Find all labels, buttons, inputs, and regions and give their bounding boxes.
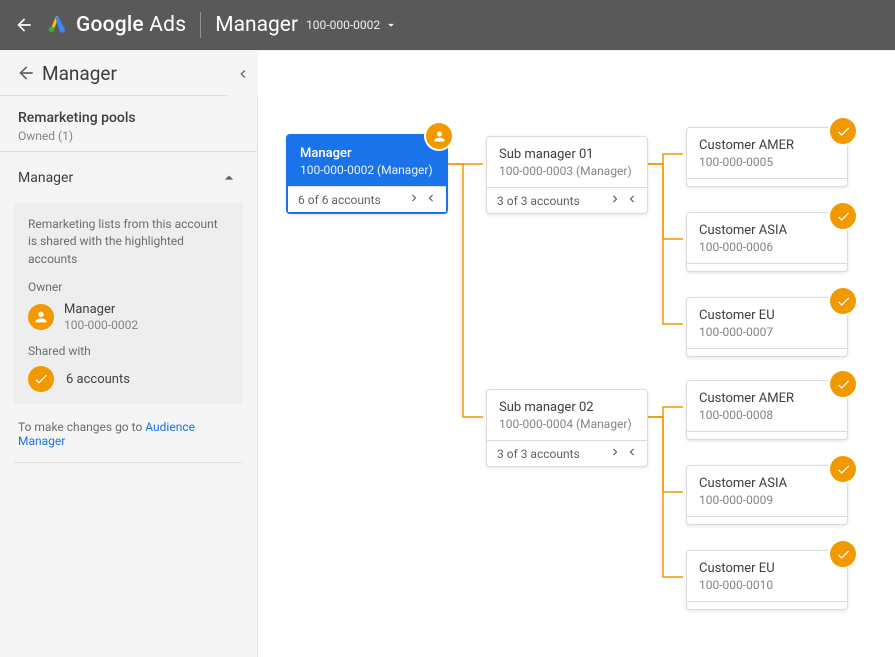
node-sub: 100-000-0005	[699, 155, 835, 169]
check-icon	[28, 366, 54, 392]
tree-node-c2[interactable]: Customer ASIA 100-000-0006	[686, 212, 848, 272]
node-sub: 100-000-0007	[699, 325, 835, 339]
page-title: Manager	[215, 13, 298, 37]
back-arrow-icon[interactable]	[12, 13, 36, 37]
node-footer: 3 of 3 accounts	[497, 447, 580, 461]
node-name: Customer AMER	[699, 138, 835, 153]
tree-node-c6[interactable]: Customer EU 100-000-0010	[686, 550, 848, 610]
node-footer: 3 of 3 accounts	[497, 194, 580, 208]
pools-sub: Owned (1)	[18, 129, 239, 143]
expand-title: Manager	[18, 170, 73, 186]
footnote-prefix: To make changes go to	[18, 420, 145, 434]
account-id: 100-000-0002	[306, 18, 380, 32]
card-text: Remarketing lists from this account is s…	[28, 216, 229, 268]
chevron-up-icon	[219, 168, 239, 188]
shared-label: Shared with	[28, 344, 229, 358]
divider	[14, 462, 243, 463]
node-sub: 100-000-0008	[699, 408, 835, 422]
owner-label: Owner	[28, 280, 229, 294]
node-sub: 100-000-0002 (Manager)	[300, 163, 434, 177]
expand-toggle[interactable]: Manager	[0, 152, 257, 198]
chevron-left-icon[interactable]	[625, 445, 639, 459]
footnote: To make changes go to Audience Manager	[0, 416, 257, 462]
owner-name: Manager	[64, 302, 138, 317]
chevron-right-icon[interactable]	[608, 445, 622, 459]
node-sub: 100-000-0010	[699, 578, 835, 592]
brand-name: Google Ads	[76, 13, 186, 37]
chevron-right-icon[interactable]	[407, 191, 421, 205]
node-name: Customer ASIA	[699, 223, 835, 238]
pools-heading: Remarketing pools	[18, 110, 239, 126]
check-badge-icon	[830, 118, 856, 144]
node-sub: 100-000-0004 (Manager)	[499, 417, 635, 431]
check-badge-icon	[830, 541, 856, 567]
node-footer: 6 of 6 accounts	[298, 193, 381, 207]
chevron-left-icon	[235, 66, 251, 82]
node-name: Customer EU	[699, 561, 835, 576]
node-name: Customer EU	[699, 308, 835, 323]
check-badge-icon	[830, 203, 856, 229]
tree-node-c4[interactable]: Customer AMER 100-000-0008	[686, 380, 848, 440]
divider	[200, 12, 201, 38]
chevron-left-icon[interactable]	[424, 191, 438, 205]
node-sub: 100-000-0009	[699, 493, 835, 507]
tree-node-root[interactable]: Manager 100-000-0002 (Manager) 6 of 6 ac…	[286, 134, 448, 214]
node-sub: 100-000-0006	[699, 240, 835, 254]
sidebar-title: Manager	[42, 62, 117, 85]
account-switcher[interactable]: 100-000-0002	[306, 18, 398, 32]
shared-count: 6 accounts	[66, 372, 130, 387]
node-name: Sub manager 02	[499, 400, 635, 415]
breadcrumb[interactable]: Manager	[0, 51, 257, 96]
node-name: Sub manager 01	[499, 147, 635, 162]
back-arrow-icon[interactable]	[16, 63, 36, 83]
chevron-right-icon[interactable]	[608, 192, 622, 206]
sharing-card: Remarketing lists from this account is s…	[14, 202, 243, 404]
sidebar-collapse-button[interactable]	[228, 51, 258, 96]
tree-node-c1[interactable]: Customer AMER 100-000-0005	[686, 127, 848, 187]
caret-down-icon	[384, 18, 398, 32]
tree-node-sub1[interactable]: Sub manager 01 100-000-0003 (Manager) 3 …	[486, 136, 648, 214]
node-name: Customer ASIA	[699, 476, 835, 491]
node-name: Manager	[300, 146, 434, 161]
tree-node-c3[interactable]: Customer EU 100-000-0007	[686, 297, 848, 357]
check-badge-icon	[830, 456, 856, 482]
chevron-left-icon[interactable]	[625, 192, 639, 206]
check-badge-icon	[830, 288, 856, 314]
person-icon	[28, 304, 54, 330]
node-sub: 100-000-0003 (Manager)	[499, 164, 635, 178]
tree-node-sub2[interactable]: Sub manager 02 100-000-0004 (Manager) 3 …	[486, 389, 648, 467]
tree-node-c5[interactable]: Customer ASIA 100-000-0009	[686, 465, 848, 525]
google-ads-logo-icon	[46, 12, 68, 38]
person-badge-icon	[426, 123, 452, 149]
node-name: Customer AMER	[699, 391, 835, 406]
check-badge-icon	[830, 371, 856, 397]
owner-id: 100-000-0002	[64, 318, 138, 332]
